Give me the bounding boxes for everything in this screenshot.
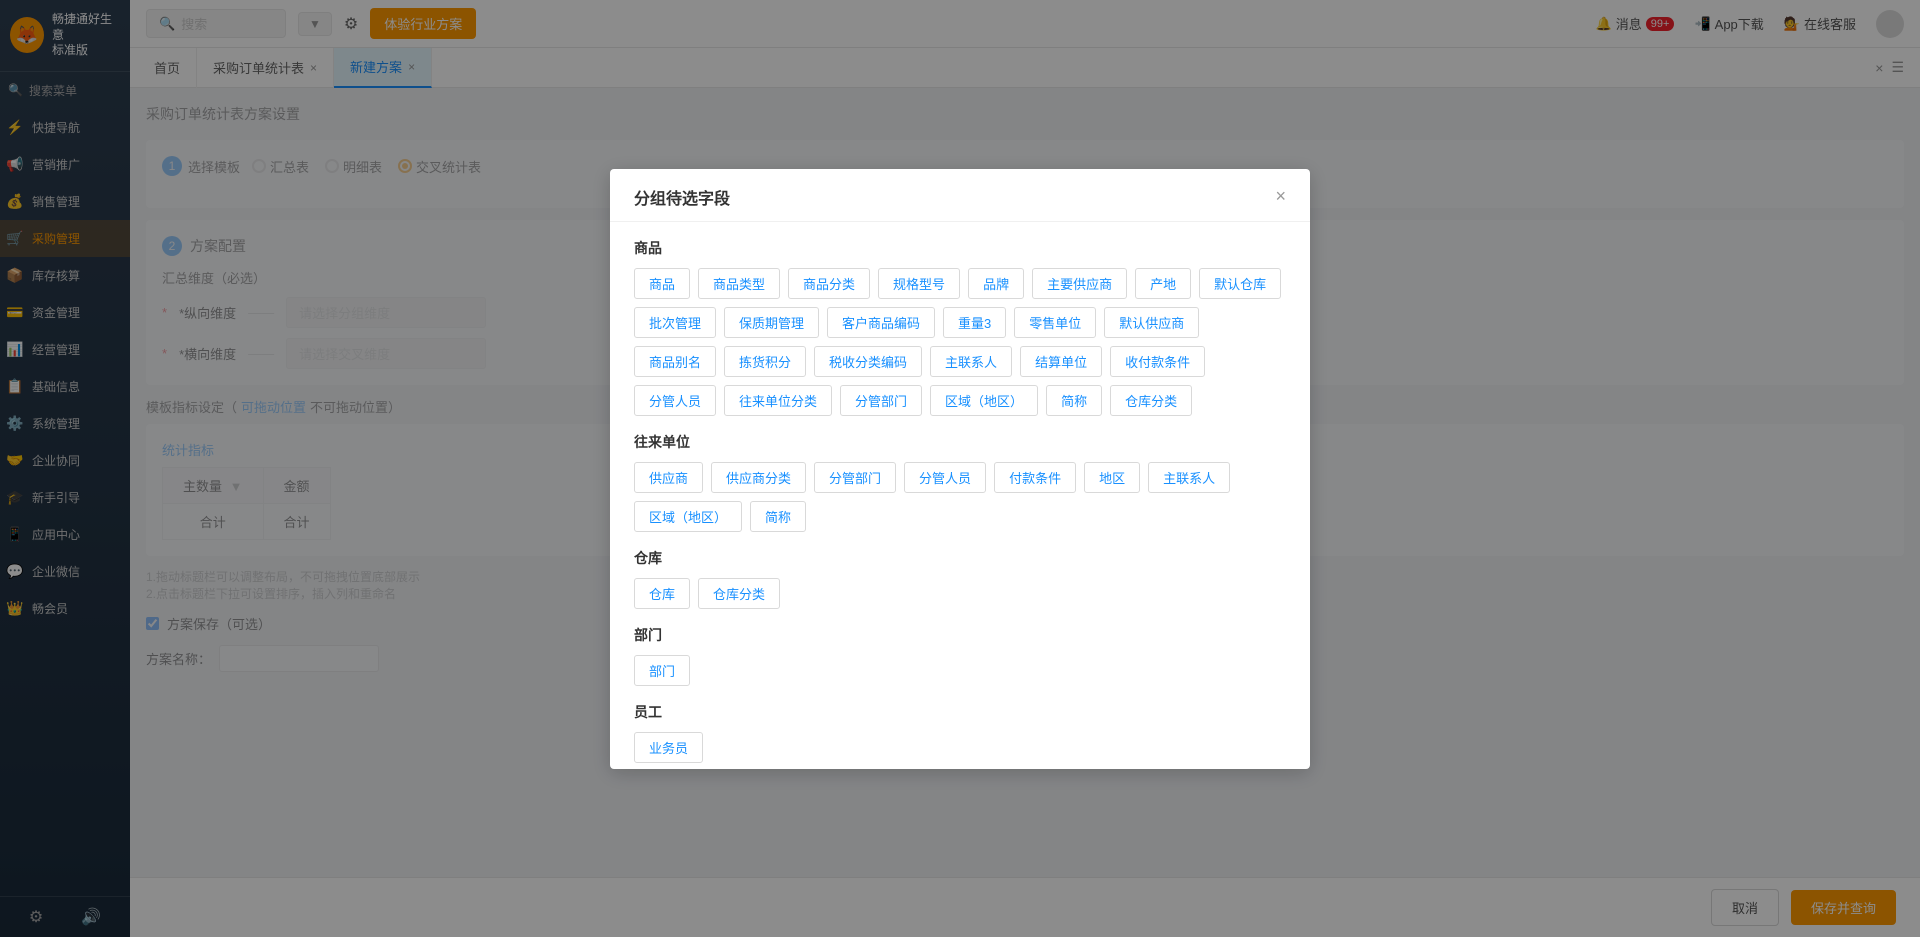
- field-tag-商品[interactable]: 商品: [634, 268, 690, 299]
- field-tag-区域（地区）[interactable]: 区域（地区）: [634, 501, 742, 532]
- modal-body: 商品 商品商品类型商品分类规格型号品牌主要供应商产地默认仓库批次管理保质期管理客…: [610, 222, 1310, 769]
- field-tag-分管部门[interactable]: 分管部门: [840, 385, 922, 416]
- warehouse-tags: 仓库仓库分类: [634, 578, 1286, 609]
- field-tag-主联系人[interactable]: 主联系人: [930, 346, 1012, 377]
- section-partner-title: 往来单位: [634, 432, 1286, 452]
- field-tag-分管人员[interactable]: 分管人员: [634, 385, 716, 416]
- department-tags: 部门: [634, 655, 1286, 686]
- field-tag-主要供应商[interactable]: 主要供应商: [1032, 268, 1127, 299]
- modal-close-button[interactable]: ×: [1275, 186, 1286, 207]
- field-tag-商品类型[interactable]: 商品类型: [698, 268, 780, 299]
- section-department-title: 部门: [634, 625, 1286, 645]
- field-tag-产地[interactable]: 产地: [1135, 268, 1191, 299]
- field-tag-商品别名[interactable]: 商品别名: [634, 346, 716, 377]
- partner-tags: 供应商供应商分类分管部门分管人员付款条件地区主联系人区域（地区） 简称: [634, 462, 1286, 532]
- section-warehouse-title: 仓库: [634, 548, 1286, 568]
- section-product: 商品 商品商品类型商品分类规格型号品牌主要供应商产地默认仓库批次管理保质期管理客…: [634, 238, 1286, 416]
- section-partner: 往来单位 供应商供应商分类分管部门分管人员付款条件地区主联系人区域（地区） 简称: [634, 432, 1286, 532]
- field-tag-分管部门[interactable]: 分管部门: [814, 462, 896, 493]
- field-tag-品牌[interactable]: 品牌: [968, 268, 1024, 299]
- field-tag-简称[interactable]: 简称: [750, 501, 806, 532]
- field-tag-零售单位[interactable]: 零售单位: [1014, 307, 1096, 338]
- field-tag-仓库[interactable]: 仓库: [634, 578, 690, 609]
- field-tag-往来单位分类[interactable]: 往来单位分类: [724, 385, 832, 416]
- section-warehouse: 仓库 仓库仓库分类: [634, 548, 1286, 609]
- field-tag-分管人员[interactable]: 分管人员: [904, 462, 986, 493]
- field-tag-拣货积分[interactable]: 拣货积分: [724, 346, 806, 377]
- field-tag-部门[interactable]: 部门: [634, 655, 690, 686]
- field-tag-主联系人[interactable]: 主联系人: [1148, 462, 1230, 493]
- section-employee-title: 员工: [634, 702, 1286, 722]
- field-tag-业务员[interactable]: 业务员: [634, 732, 703, 763]
- field-tag-地区[interactable]: 地区: [1084, 462, 1140, 493]
- modal-title: 分组待选字段: [634, 185, 730, 209]
- section-department: 部门 部门: [634, 625, 1286, 686]
- field-tag-重量3[interactable]: 重量3: [943, 307, 1006, 338]
- field-tag-区域（地区）[interactable]: 区域（地区）: [930, 385, 1038, 416]
- field-tag-供应商[interactable]: 供应商: [634, 462, 703, 493]
- field-tag-仓库分类[interactable]: 仓库分类: [698, 578, 780, 609]
- field-tag-商品分类[interactable]: 商品分类: [788, 268, 870, 299]
- field-tag-付款条件[interactable]: 付款条件: [994, 462, 1076, 493]
- field-tag-收付款条件[interactable]: 收付款条件: [1110, 346, 1205, 377]
- field-tag-税收分类编码[interactable]: 税收分类编码: [814, 346, 922, 377]
- section-employee: 员工 业务员: [634, 702, 1286, 763]
- product-tags: 商品商品类型商品分类规格型号品牌主要供应商产地默认仓库批次管理保质期管理客户商品…: [634, 268, 1286, 416]
- field-tag-默认仓库[interactable]: 默认仓库: [1199, 268, 1281, 299]
- field-select-modal: 分组待选字段 × 商品 商品商品类型商品分类规格型号品牌主要供应商产地默认仓库批…: [610, 169, 1310, 769]
- section-product-title: 商品: [634, 238, 1286, 258]
- field-tag-批次管理[interactable]: 批次管理: [634, 307, 716, 338]
- field-tag-仓库分类[interactable]: 仓库分类: [1110, 385, 1192, 416]
- modal-header: 分组待选字段 ×: [610, 169, 1310, 222]
- field-tag-默认供应商[interactable]: 默认供应商: [1104, 307, 1199, 338]
- field-tag-结算单位[interactable]: 结算单位: [1020, 346, 1102, 377]
- field-tag-简称[interactable]: 简称: [1046, 385, 1102, 416]
- field-tag-客户商品编码[interactable]: 客户商品编码: [827, 307, 935, 338]
- field-tag-供应商分类[interactable]: 供应商分类: [711, 462, 806, 493]
- field-tag-保质期管理[interactable]: 保质期管理: [724, 307, 819, 338]
- employee-tags: 业务员: [634, 732, 1286, 763]
- field-tag-规格型号[interactable]: 规格型号: [878, 268, 960, 299]
